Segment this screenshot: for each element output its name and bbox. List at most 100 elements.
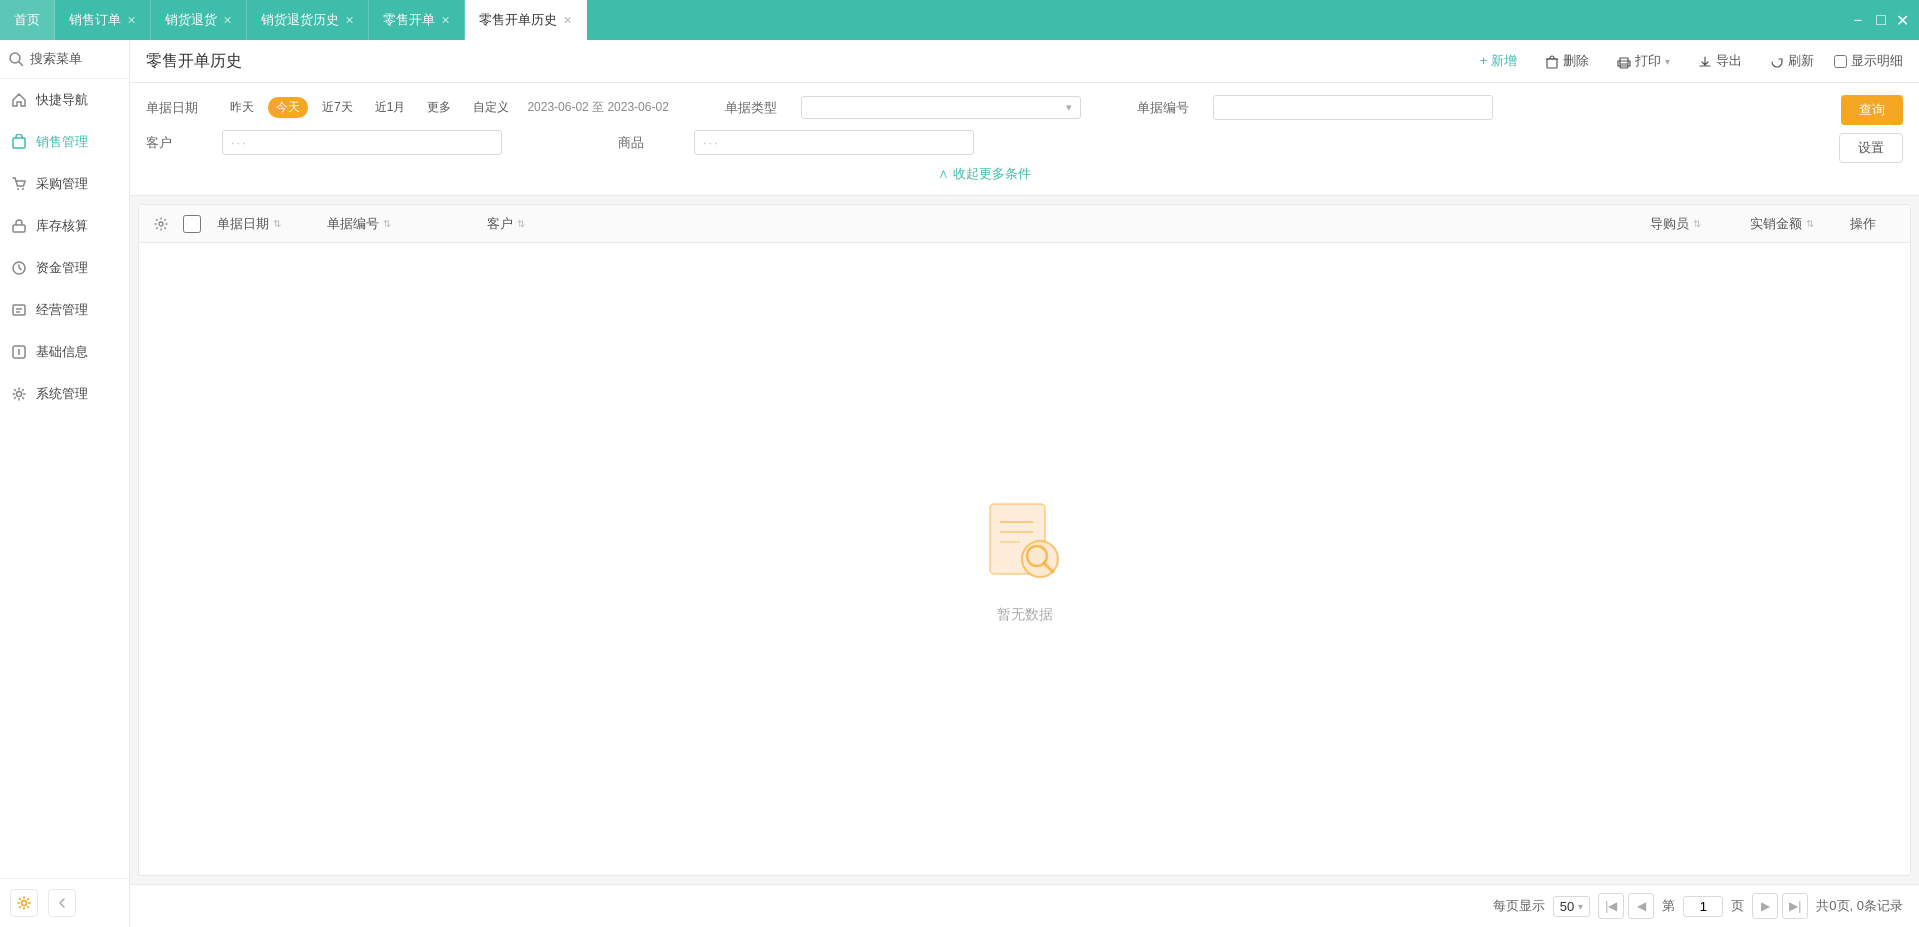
page-number-input[interactable]: [1683, 896, 1723, 917]
number-input[interactable]: [1213, 95, 1493, 120]
finance-icon: [10, 259, 28, 277]
inventory-icon: [10, 217, 28, 235]
management-icon: [10, 301, 28, 319]
window-controls: － □ ✕: [1850, 10, 1919, 31]
sidebar-item-finance[interactable]: 资金管理: [0, 247, 129, 289]
sidebar-item-management[interactable]: 经营管理: [0, 289, 129, 331]
sort-customer-icon: ⇅: [517, 218, 525, 229]
type-chevron-icon: ▾: [1066, 101, 1072, 114]
display-detail-checkbox[interactable]: 显示明细: [1834, 52, 1903, 70]
date-label: 单据日期: [146, 99, 206, 117]
col-header-customer[interactable]: 客户 ⇅: [479, 215, 1642, 233]
date-btn-yesterday[interactable]: 昨天: [222, 97, 262, 118]
col-header-amount[interactable]: 实销金额 ⇅: [1742, 215, 1842, 233]
empty-text: 暂无数据: [997, 606, 1053, 624]
table-container: 单据日期 ⇅ 单据编号 ⇅ 客户 ⇅ 导购员 ⇅ 实销金额 ⇅: [138, 204, 1911, 876]
sidebar-item-nav[interactable]: 快捷导航: [0, 79, 129, 121]
page-size-chevron-icon: ▾: [1578, 901, 1583, 912]
svg-point-3: [17, 188, 19, 190]
close-tab-retail-order[interactable]: ✕: [441, 14, 450, 27]
sidebar-item-purchase-label: 采购管理: [36, 175, 88, 193]
filter-row-2: 客户 ··· 商品 ···: [146, 130, 1823, 155]
next-page-btn[interactable]: ▶: [1752, 893, 1778, 919]
svg-point-14: [22, 901, 27, 906]
sidebar-item-management-label: 经营管理: [36, 301, 88, 319]
sort-date-icon: ⇅: [273, 218, 281, 229]
tab-retail-order-history[interactable]: 零售开单历史 ✕: [465, 0, 587, 40]
basicinfo-icon: [10, 343, 28, 361]
table-settings-icon[interactable]: [147, 210, 175, 238]
svg-point-17: [159, 222, 163, 226]
print-button[interactable]: 打印 ▾: [1609, 48, 1678, 74]
sort-guide-icon: ⇅: [1693, 218, 1701, 229]
tab-sales-return[interactable]: 销货退货 ✕: [151, 0, 247, 40]
maximize-btn[interactable]: □: [1876, 11, 1886, 29]
date-btn-today[interactable]: 今天: [268, 97, 308, 118]
page-size-select[interactable]: 50 ▾: [1553, 896, 1590, 917]
search-icon: [8, 51, 24, 68]
export-button[interactable]: 导出: [1690, 48, 1750, 74]
type-select[interactable]: ▾: [801, 96, 1081, 119]
first-page-btn[interactable]: |◀: [1598, 893, 1624, 919]
customer-label: 客户: [146, 134, 206, 152]
export-icon: [1698, 53, 1712, 69]
close-tab-sales-order[interactable]: ✕: [127, 14, 136, 27]
page-nav: |◀ ◀ 第 页 ▶ ▶|: [1598, 893, 1808, 919]
product-dots: ···: [703, 135, 720, 150]
sidebar-item-system-label: 系统管理: [36, 385, 88, 403]
setting-button[interactable]: 设置: [1839, 133, 1903, 163]
collapse-filter-btn[interactable]: ∧ 收起更多条件: [146, 165, 1823, 183]
query-button[interactable]: 查询: [1841, 95, 1903, 125]
date-btn-custom[interactable]: 自定义: [465, 97, 517, 118]
date-btn-1month[interactable]: 近1月: [367, 97, 414, 118]
col-header-date[interactable]: 单据日期 ⇅: [209, 215, 319, 233]
tab-sales-order[interactable]: 销售订单 ✕: [55, 0, 151, 40]
select-all-checkbox[interactable]: [183, 215, 201, 233]
sidebar-item-basicinfo-label: 基础信息: [36, 343, 88, 361]
sidebar-search[interactable]: 搜索菜单: [0, 40, 129, 79]
product-label: 商品: [618, 134, 678, 152]
col-header-guide[interactable]: 导购员 ⇅: [1642, 215, 1742, 233]
sidebar-item-sales[interactable]: 销售管理: [0, 121, 129, 163]
sidebar-item-inventory[interactable]: 库存核算: [0, 205, 129, 247]
sidebar-item-purchase[interactable]: 采购管理: [0, 163, 129, 205]
close-tab-sales-return-history[interactable]: ✕: [345, 14, 354, 27]
delete-button[interactable]: 删除: [1537, 48, 1597, 74]
window-close-btn[interactable]: ✕: [1896, 11, 1909, 30]
settings-bottom-btn[interactable]: [10, 889, 38, 917]
purchase-icon: [10, 175, 28, 193]
date-btn-more[interactable]: 更多: [419, 97, 459, 118]
tab-home[interactable]: 首页: [0, 0, 55, 40]
product-select[interactable]: ···: [694, 130, 974, 155]
customer-select[interactable]: ···: [222, 130, 502, 155]
close-tab-retail-order-history[interactable]: ✕: [563, 14, 572, 27]
date-btn-7days[interactable]: 近7天: [314, 97, 361, 118]
refresh-button[interactable]: 刷新: [1762, 48, 1822, 74]
print-icon: [1617, 53, 1631, 69]
main-layout: 搜索菜单 快捷导航 销售管理 采购管理 库存核算: [0, 40, 1919, 927]
sidebar: 搜索菜单 快捷导航 销售管理 采购管理 库存核算: [0, 40, 130, 927]
col-header-action: 操作: [1842, 215, 1902, 233]
svg-point-13: [17, 392, 22, 397]
page-header: 零售开单历史 + 新增 删除 打印 ▾: [130, 40, 1919, 83]
last-page-btn[interactable]: ▶|: [1782, 893, 1808, 919]
close-tab-sales-return[interactable]: ✕: [223, 14, 232, 27]
sidebar-item-basicinfo[interactable]: 基础信息: [0, 331, 129, 373]
toolbar: + 新增 删除 打印 ▾: [1472, 48, 1903, 74]
col-header-number[interactable]: 单据编号 ⇅: [319, 215, 479, 233]
collapse-sidebar-btn[interactable]: [48, 889, 76, 917]
tab-sales-return-history[interactable]: 销货退货历史 ✕: [247, 0, 369, 40]
svg-point-4: [22, 188, 24, 190]
tab-retail-order[interactable]: 零售开单 ✕: [369, 0, 465, 40]
prev-page-btn[interactable]: ◀: [1628, 893, 1654, 919]
filter-right: 查询 设置: [1823, 95, 1903, 183]
display-detail-input[interactable]: [1834, 55, 1847, 68]
delete-icon: [1545, 53, 1559, 69]
svg-rect-15: [1547, 59, 1557, 68]
sidebar-item-system[interactable]: 系统管理: [0, 373, 129, 415]
minimize-btn[interactable]: －: [1850, 10, 1866, 31]
add-button[interactable]: + 新增: [1472, 48, 1525, 74]
date-buttons: 昨天 今天 近7天 近1月 更多 自定义 2023-06-02 至 2023-0…: [222, 97, 669, 118]
sidebar-bottom: [0, 878, 129, 927]
page-num-prefix: 第: [1658, 897, 1679, 915]
